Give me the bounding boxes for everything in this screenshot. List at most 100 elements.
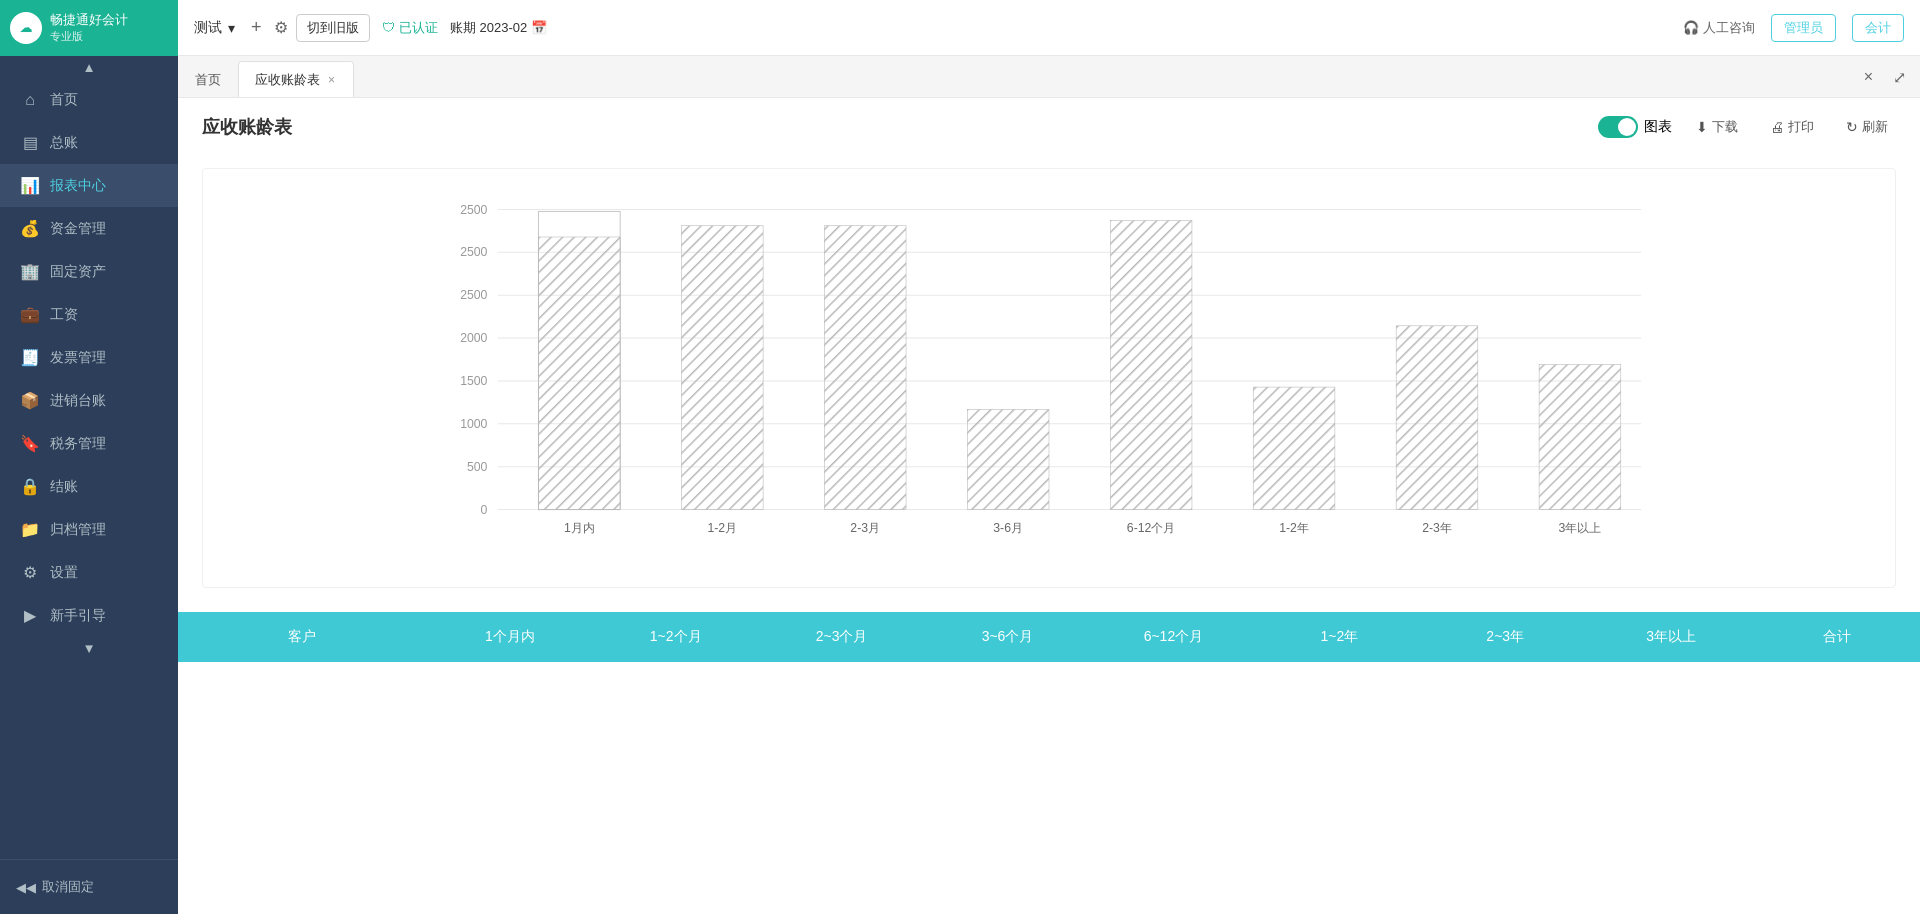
settings-icon: ⚙: [20, 563, 40, 582]
topbar-right: 🎧 人工咨询 管理员 会计: [1683, 14, 1904, 42]
svg-text:1-2年: 1-2年: [1279, 521, 1309, 535]
help-label: 人工咨询: [1703, 19, 1755, 37]
workspace-name: 测试: [194, 19, 222, 37]
manager-button[interactable]: 管理员: [1771, 14, 1836, 42]
tab-close-icon[interactable]: ×: [326, 73, 337, 87]
workspace-settings-button[interactable]: ⚙: [274, 18, 288, 37]
workspace-chevron-icon: ▾: [228, 20, 235, 36]
sidebar-item-settings[interactable]: ⚙ 设置: [0, 551, 178, 594]
content-area: 应收账龄表 图表 ⬇ 下载 🖨 打印: [178, 98, 1920, 914]
refresh-button[interactable]: ↻ 刷新: [1838, 114, 1896, 140]
col-2-3year: 2~3年: [1422, 612, 1588, 662]
svg-text:3-6月: 3-6月: [993, 521, 1023, 535]
sidebar-item-reports[interactable]: 📊 报表中心: [0, 164, 178, 207]
switch-old-version-button[interactable]: 切到旧版: [296, 14, 370, 42]
cancel-fixed-label: 取消固定: [42, 878, 94, 896]
svg-text:0: 0: [481, 503, 488, 517]
page-header: 应收账龄表 图表 ⬇ 下载 🖨 打印: [178, 98, 1920, 152]
page-title: 应收账龄表: [202, 115, 292, 139]
tab-home-label: 首页: [195, 71, 221, 89]
page-container: 应收账龄表 图表 ⬇ 下载 🖨 打印: [178, 98, 1920, 914]
period-label: 账期: [450, 19, 476, 37]
accountant-button[interactable]: 会计: [1852, 14, 1904, 42]
sidebar-item-assets[interactable]: 🏢 固定资产: [0, 250, 178, 293]
print-button[interactable]: 🖨 打印: [1762, 114, 1822, 140]
col-3-6month: 3~6个月: [925, 612, 1091, 662]
sidebar-item-label: 总账: [50, 134, 78, 152]
sidebar-item-archive[interactable]: 📁 归档管理: [0, 508, 178, 551]
certification-status: 🛡 已认证: [382, 19, 438, 37]
col-6-12month: 6~12个月: [1090, 612, 1256, 662]
reports-icon: 📊: [20, 176, 40, 195]
cancel-fixed-button[interactable]: ◀◀ 取消固定: [0, 868, 178, 906]
chart-toggle[interactable]: 图表: [1598, 116, 1672, 138]
logo-text: 畅捷通好会计 专业版: [50, 12, 128, 43]
assets-icon: 🏢: [20, 262, 40, 281]
sidebar-item-guide[interactable]: ▶ 新手引导: [0, 594, 178, 637]
svg-text:1-2月: 1-2月: [707, 521, 737, 535]
sidebar-item-tax[interactable]: 🔖 税务管理: [0, 422, 178, 465]
sidebar-item-salary[interactable]: 💼 工资: [0, 293, 178, 336]
window-close-button[interactable]: ×: [1858, 66, 1879, 88]
topbar: 测试 ▾ + ⚙ 切到旧版 🛡 已认证 账期 2023-02 📅 🎧 人工咨询 …: [178, 0, 1920, 56]
sidebar-item-label: 归档管理: [50, 521, 106, 539]
col-3plus-year: 3年以上: [1588, 612, 1754, 662]
download-icon: ⬇: [1696, 119, 1708, 135]
sidebar-item-ledger[interactable]: ▤ 总账: [0, 121, 178, 164]
page-toolbar: 图表 ⬇ 下载 🖨 打印 ↻ 刷新: [1598, 114, 1896, 140]
inventory-icon: 📦: [20, 391, 40, 410]
sidebar-item-label: 结账: [50, 478, 78, 496]
sidebar-item-label: 报表中心: [50, 177, 106, 195]
tab-home[interactable]: 首页: [178, 61, 238, 97]
sidebar-item-closing[interactable]: 🔒 结账: [0, 465, 178, 508]
svg-text:2500: 2500: [460, 203, 487, 217]
col-1-2year: 1~2年: [1256, 612, 1422, 662]
toggle-label: 图表: [1644, 118, 1672, 136]
download-button[interactable]: ⬇ 下载: [1688, 114, 1746, 140]
guide-icon: ▶: [20, 606, 40, 625]
svg-text:1000: 1000: [460, 417, 487, 431]
sidebar-scroll-down[interactable]: ▼: [0, 637, 178, 660]
add-workspace-button[interactable]: +: [247, 17, 266, 38]
toggle-track[interactable]: [1598, 116, 1638, 138]
funds-icon: 💰: [20, 219, 40, 238]
cert-label: 已认证: [399, 19, 438, 37]
invoice-icon: 🧾: [20, 348, 40, 367]
toggle-thumb: [1618, 118, 1636, 136]
sidebar: ☁ 畅捷通好会计 专业版 ▲ ⌂ 首页 ▤ 总账 📊 报表中心 💰 资金管理 🏢…: [0, 0, 178, 914]
svg-text:2-3年: 2-3年: [1422, 521, 1452, 535]
svg-rect-26: [1396, 326, 1478, 510]
sidebar-item-label: 发票管理: [50, 349, 106, 367]
svg-rect-21: [681, 226, 763, 510]
sidebar-item-inventory[interactable]: 📦 进销台账: [0, 379, 178, 422]
sidebar-scroll-up[interactable]: ▲: [0, 56, 178, 79]
sidebar-item-label: 进销台账: [50, 392, 106, 410]
svg-text:2500: 2500: [460, 245, 487, 259]
sidebar-item-label: 新手引导: [50, 607, 106, 625]
accounting-period[interactable]: 账期 2023-02 📅: [450, 19, 548, 37]
maximize-button[interactable]: ⤢: [1887, 66, 1912, 89]
sidebar-item-invoice[interactable]: 🧾 发票管理: [0, 336, 178, 379]
download-label: 下载: [1712, 118, 1738, 136]
help-button[interactable]: 🎧 人工咨询: [1683, 19, 1755, 37]
sidebar-nav: ▲ ⌂ 首页 ▤ 总账 📊 报表中心 💰 资金管理 🏢 固定资产 💼 工资 🧾 …: [0, 56, 178, 859]
svg-rect-23: [967, 410, 1049, 510]
calendar-icon: 📅: [531, 20, 547, 35]
workspace-selector[interactable]: 测试 ▾: [194, 19, 235, 37]
sidebar-bottom: ◀◀ 取消固定: [0, 859, 178, 914]
chart-container: 2500 2500 2500 2000 1500 1000 500: [202, 168, 1896, 588]
sidebar-item-home[interactable]: ⌂ 首页: [0, 79, 178, 121]
col-2-3month: 2~3个月: [759, 612, 925, 662]
closing-icon: 🔒: [20, 477, 40, 496]
sidebar-item-funds[interactable]: 💰 资金管理: [0, 207, 178, 250]
sidebar-item-label: 工资: [50, 306, 78, 324]
tab-ar-aging[interactable]: 应收账龄表 ×: [238, 61, 354, 97]
headset-icon: 🎧: [1683, 20, 1699, 35]
svg-text:3年以上: 3年以上: [1559, 521, 1602, 535]
print-label: 打印: [1788, 118, 1814, 136]
sidebar-item-label: 税务管理: [50, 435, 106, 453]
svg-rect-22: [824, 226, 906, 510]
col-total: 合计: [1754, 612, 1920, 662]
svg-text:2000: 2000: [460, 331, 487, 345]
sidebar-logo: ☁ 畅捷通好会计 专业版: [0, 0, 178, 56]
